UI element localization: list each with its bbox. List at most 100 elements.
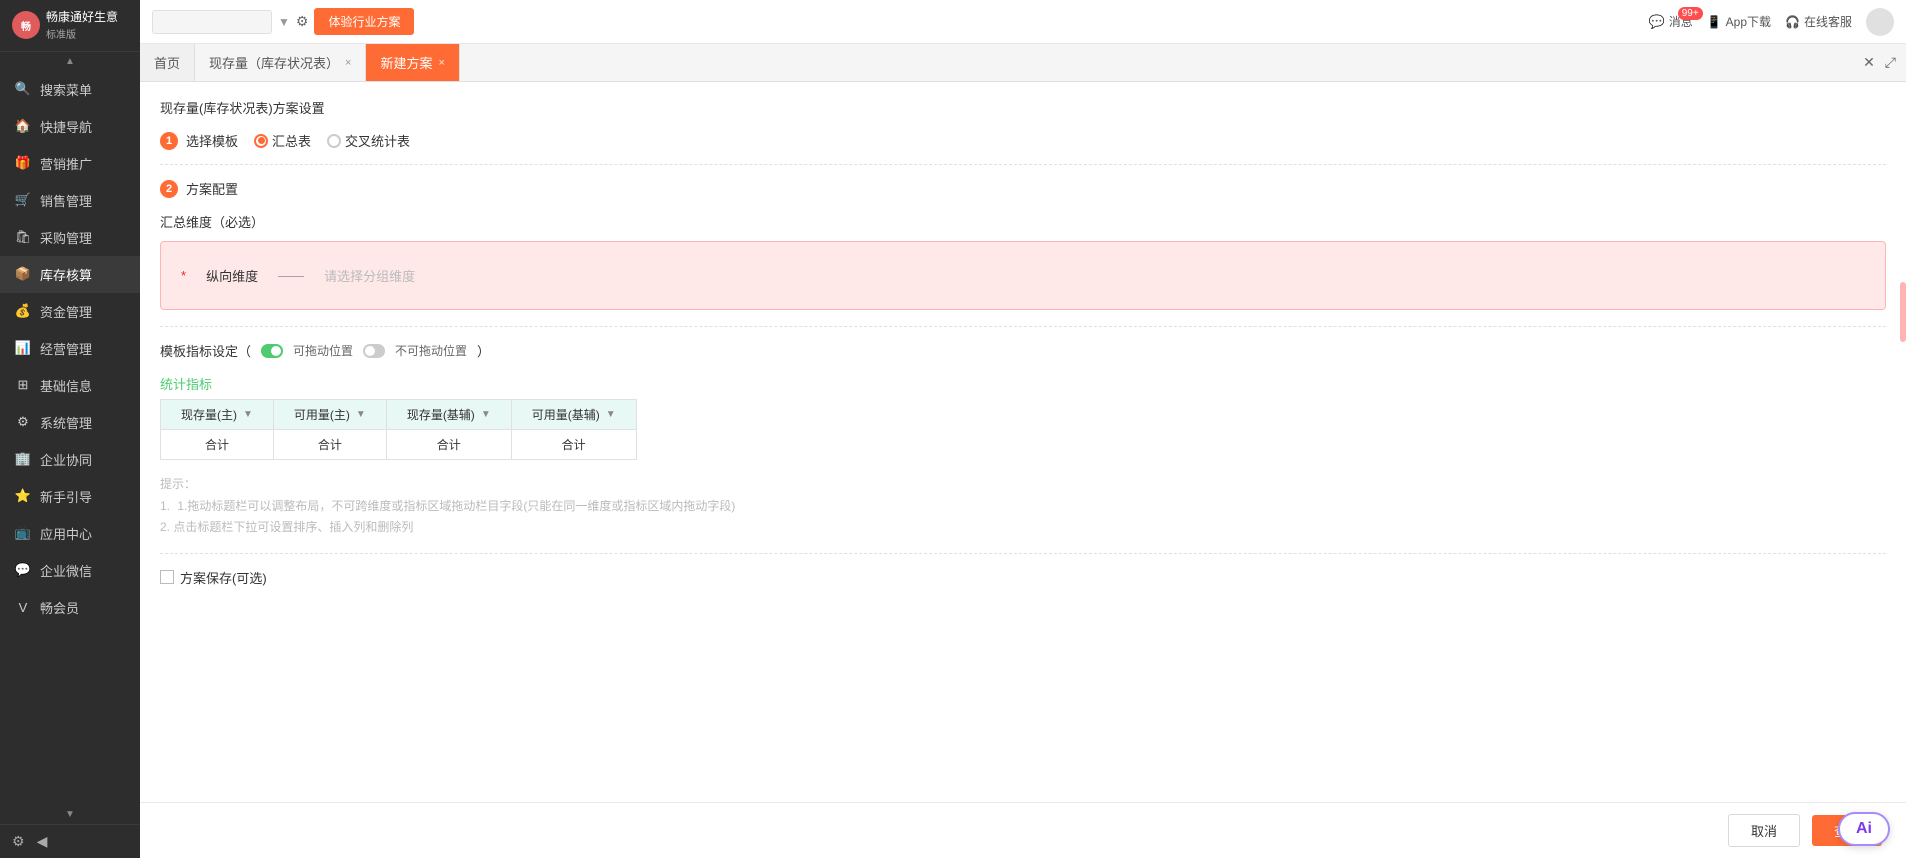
sidebar-scroll-up[interactable]: ▲ [0, 52, 140, 71]
sidebar-bottom: ⚙ ◀ [0, 824, 140, 858]
template-radio-group: 汇总表 交叉统计表 [254, 131, 410, 150]
col-subtotal-0: 合计 [161, 430, 274, 460]
sidebar-item-system[interactable]: ⚙ 系统管理 [0, 404, 140, 441]
sidebar-item-inventory[interactable]: 📦 库存核算 [0, 256, 140, 293]
sidebar-item-app-center[interactable]: 📺 应用中心 [0, 515, 140, 552]
save-checkbox[interactable] [160, 570, 174, 584]
table-row: 合计 合计 合计 合计 [161, 430, 637, 460]
topbar: ▼ ⚙ 体验行业方案 💬 消息 99+ 📱 App下载 🎧 在线客服 [140, 0, 1906, 44]
radio-cross-dot [327, 134, 341, 148]
section1-num: 1 [160, 132, 178, 150]
tab-home[interactable]: 首页 [140, 44, 195, 81]
tab-new-plan[interactable]: 新建方案 × [366, 44, 459, 81]
stats-title: 统计指标 [160, 374, 1886, 393]
col-dropdown-3[interactable]: ▼ [606, 409, 616, 420]
col-dropdown-0[interactable]: ▼ [243, 409, 253, 420]
vertical-dimension-label: 纵向维度 [206, 266, 258, 285]
scrollbar-handle[interactable] [1900, 282, 1906, 342]
col-header-1[interactable]: 可用量(主) ▼ [273, 400, 386, 430]
topbar-dropdown-icon[interactable]: ▼ [278, 15, 290, 29]
box-icon: 📦 [14, 265, 32, 283]
tips-label: 提示： [160, 474, 1886, 496]
v-icon: V [14, 598, 32, 616]
chart-icon: 📊 [14, 339, 32, 357]
required-star: * [181, 268, 186, 283]
cancel-button[interactable]: 取消 [1728, 814, 1800, 847]
gift-icon: 🎁 [14, 154, 32, 172]
wechat-icon: 💬 [14, 561, 32, 579]
sidebar-item-finance[interactable]: 💰 资金管理 [0, 293, 140, 330]
section2-label: 方案配置 [186, 179, 238, 198]
radio-summary[interactable]: 汇总表 [254, 131, 311, 150]
ai-bubble[interactable]: Ai [1838, 812, 1890, 846]
save-divider [160, 553, 1886, 554]
col-header-0[interactable]: 现存量(主) ▼ [161, 400, 274, 430]
experience-btn[interactable]: 体验行业方案 [314, 8, 414, 35]
sidebar-item-guide[interactable]: ⭐ 新手引导 [0, 478, 140, 515]
aggregate-label: 汇总维度（必选） [160, 212, 1886, 231]
section2-divider [160, 326, 1886, 327]
draggable-label: 可拖动位置 [293, 342, 353, 359]
col-subtotal-3: 合计 [511, 430, 636, 460]
home-icon: 🏠 [14, 117, 32, 135]
money-icon: 💰 [14, 302, 32, 320]
tab-expand-icon[interactable]: ⤢ [1883, 52, 1898, 73]
user-avatar[interactable] [1866, 8, 1894, 36]
section2-num: 2 [160, 180, 178, 198]
col-header-3[interactable]: 可用量(基辅) ▼ [511, 400, 636, 430]
action-bar: 取消 查询 [140, 802, 1906, 858]
draggable-toggle[interactable] [261, 344, 283, 358]
grid-icon: ⊞ [14, 376, 32, 394]
radio-summary-dot [254, 134, 268, 148]
sidebar-item-company[interactable]: 🏢 企业协同 [0, 441, 140, 478]
col-subtotal-2: 合计 [386, 430, 511, 460]
app-download-btn[interactable]: 📱 App下载 [1707, 13, 1771, 30]
cart-icon: 🛒 [14, 191, 32, 209]
tab-new-plan-close[interactable]: × [438, 57, 444, 69]
building-icon: 🏢 [14, 450, 32, 468]
radio-cross[interactable]: 交叉统计表 [327, 131, 410, 150]
main-area: ▼ ⚙ 体验行业方案 💬 消息 99+ 📱 App下载 🎧 在线客服 首页 [140, 0, 1906, 858]
section2-header: 2 方案配置 [160, 179, 1886, 198]
toggle-icon[interactable]: ◀ [37, 833, 48, 850]
topbar-left: ▼ ⚙ 体验行业方案 [152, 8, 1639, 35]
tab-close-all-icon[interactable]: ✕ [1861, 52, 1877, 73]
sidebar-item-search[interactable]: 🔍 搜索菜单 [0, 71, 140, 108]
save-row: 方案保存(可选) [160, 568, 1886, 587]
indicator-settings: 模板指标设定（ 可拖动位置 不可拖动位置 ） [160, 341, 1886, 360]
logo-text: 畅康通好生意 标准版 [46, 10, 118, 41]
headset-icon: 🎧 [1785, 15, 1800, 29]
col-dropdown-1[interactable]: ▼ [356, 409, 366, 420]
col-dropdown-2[interactable]: ▼ [481, 409, 491, 420]
topbar-settings-icon[interactable]: ⚙ [296, 13, 309, 30]
online-service-btn[interactable]: 🎧 在线客服 [1785, 13, 1852, 30]
sidebar-item-operations[interactable]: 📊 经营管理 [0, 330, 140, 367]
sidebar-item-member[interactable]: V 畅会员 [0, 589, 140, 626]
non-draggable-toggle[interactable] [363, 344, 385, 358]
sidebar-item-purchase[interactable]: 🛍 采购管理 [0, 219, 140, 256]
sidebar-scroll-down[interactable]: ▼ [0, 805, 140, 824]
col-subtotal-1: 合计 [273, 430, 386, 460]
sidebar-item-marketing[interactable]: 🎁 营销推广 [0, 145, 140, 182]
stats-section: 统计指标 现存量(主) ▼ 可用量(主) ▼ [160, 374, 1886, 460]
messages-btn[interactable]: 💬 消息 99+ [1649, 13, 1693, 30]
topbar-search-input[interactable] [152, 10, 272, 34]
app-download-icon: 📱 [1707, 15, 1722, 29]
tab-inventory-status[interactable]: 现存量（库存状况表） × [195, 44, 366, 81]
app-logo: 畅 畅康通好生意 标准版 [0, 0, 140, 52]
sidebar-item-quick-nav[interactable]: 🏠 快捷导航 [0, 108, 140, 145]
config-aggregate: 汇总维度（必选） * 纵向维度 —— 请选择分组维度 [160, 212, 1886, 310]
tabs-bar-right: ✕ ⤢ [1861, 52, 1898, 73]
section1-divider [160, 164, 1886, 165]
tv-icon: 📺 [14, 524, 32, 542]
section1-label: 选择模板 [186, 131, 238, 150]
non-draggable-label: 不可拖动位置 [395, 342, 467, 359]
sidebar-item-wechat[interactable]: 💬 企业微信 [0, 552, 140, 589]
tab-inventory-status-close[interactable]: × [345, 57, 351, 69]
col-header-2[interactable]: 现存量(基辅) ▼ [386, 400, 511, 430]
settings-icon[interactable]: ⚙ [12, 833, 25, 850]
page-title: 现存量(库存状况表)方案设置 [160, 98, 1886, 117]
dimension-box[interactable]: * 纵向维度 —— 请选择分组维度 [160, 241, 1886, 310]
sidebar-item-basic-info[interactable]: ⊞ 基础信息 [0, 367, 140, 404]
sidebar-item-sales[interactable]: 🛒 销售管理 [0, 182, 140, 219]
